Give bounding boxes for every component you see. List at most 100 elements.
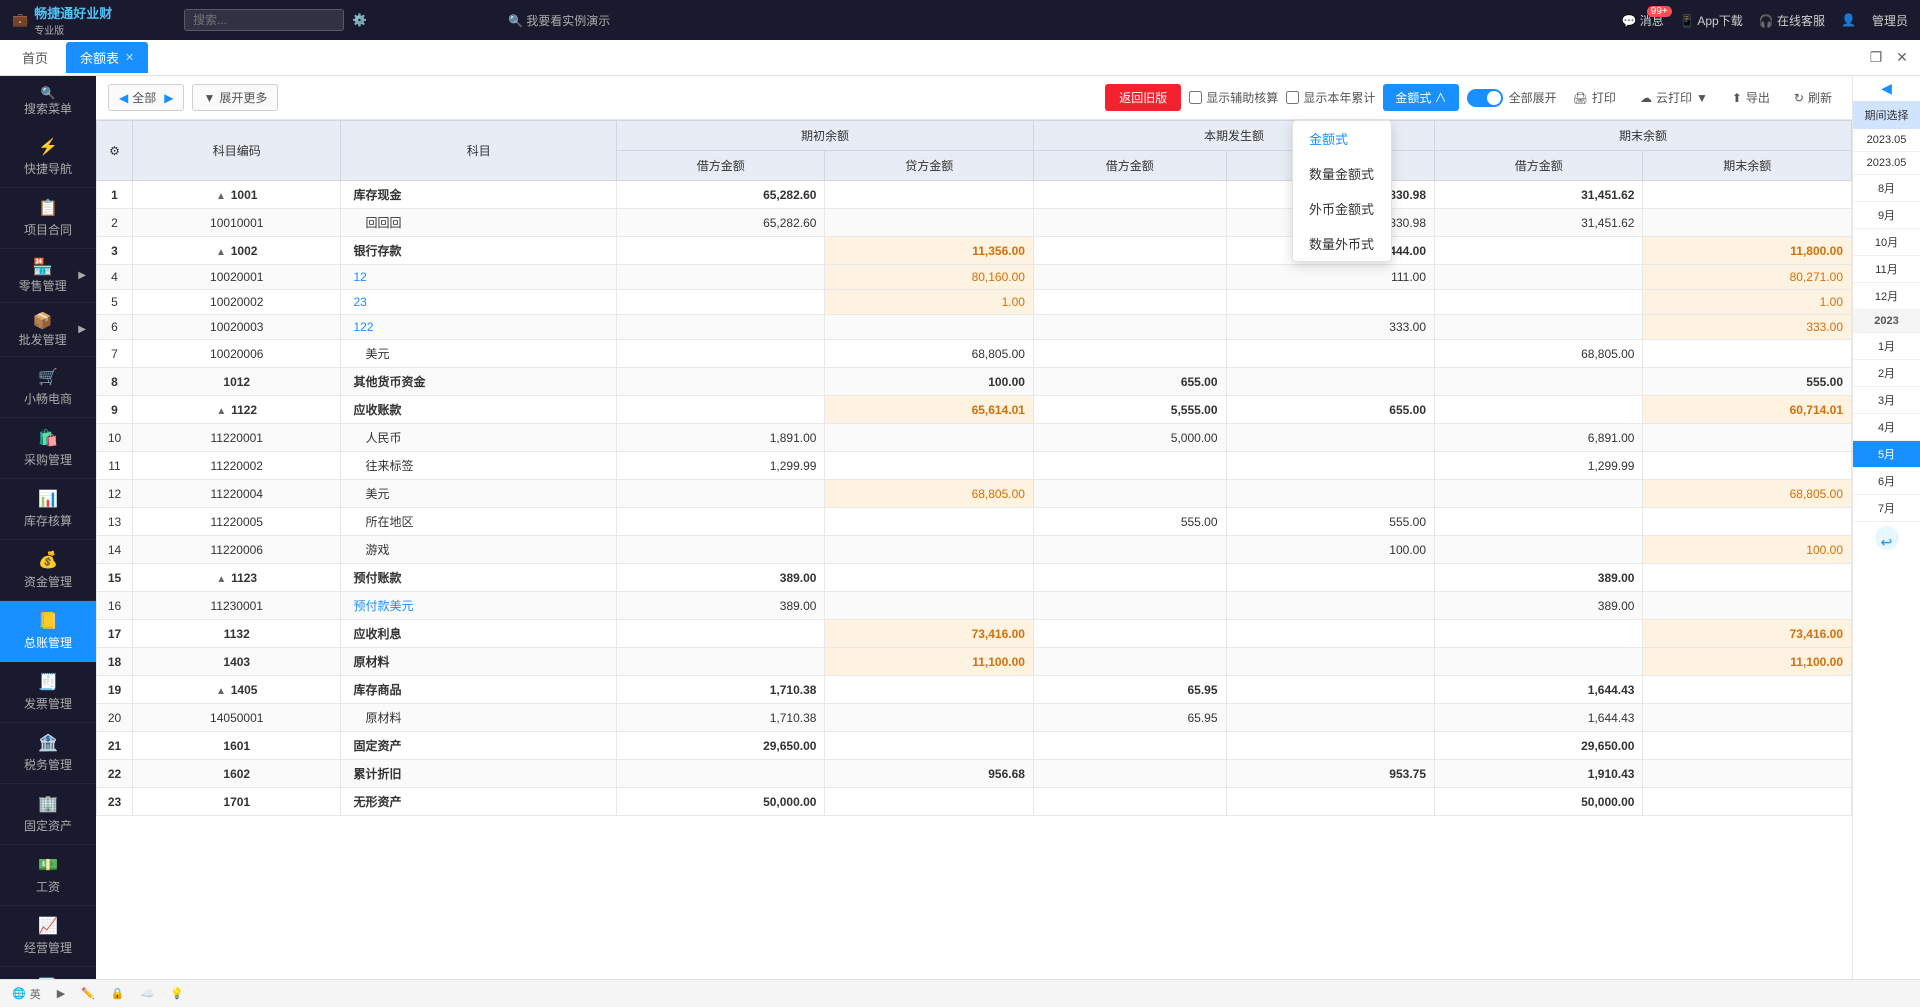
edit-btn[interactable]: ✏️ bbox=[81, 987, 95, 1000]
table-row[interactable]: 4100200011280,160.00111.0080,271.00 bbox=[97, 265, 1852, 290]
show-auxiliary-check[interactable]: 显示辅助核算 bbox=[1189, 89, 1278, 106]
table-row[interactable]: 2014050001原材料1,710.3865.951,644.43 bbox=[97, 704, 1852, 732]
table-row[interactable]: 3▲ 1002银行存款11,356.00444.0011,800.00 bbox=[97, 237, 1852, 265]
toggle-all-expand[interactable]: 全部展开 bbox=[1467, 89, 1557, 107]
table-row[interactable]: 1011220001人民币1,891.005,000.006,891.00 bbox=[97, 424, 1852, 452]
refresh-btn[interactable]: ↻ 刷新 bbox=[1786, 85, 1840, 110]
tab-home[interactable]: 首页 bbox=[8, 42, 62, 73]
period-title[interactable]: 期间选择 bbox=[1853, 101, 1920, 129]
sidebar-item-operations[interactable]: 📈 经营管理 bbox=[0, 906, 96, 967]
period-item-10[interactable]: 3月 bbox=[1853, 387, 1920, 414]
mode-btn[interactable]: 金额式 ∧ bbox=[1383, 84, 1458, 111]
period-item-1[interactable]: 2023.05 bbox=[1853, 152, 1920, 175]
period-item-3[interactable]: 9月 bbox=[1853, 202, 1920, 229]
table-row[interactable]: 510020002231.001.00 bbox=[97, 290, 1852, 315]
sidebar-search[interactable]: 🔍搜索菜单 bbox=[0, 76, 96, 127]
sidebar-item-retail[interactable]: 🏪 零售管理 ▶ bbox=[0, 249, 96, 303]
row-19-col-2: 65.95 bbox=[1033, 704, 1226, 732]
dropdown-item-shuliangjinaeizi[interactable]: 数量金额式 bbox=[1293, 156, 1391, 191]
table-row[interactable]: 181403原材料11,100.0011,100.00 bbox=[97, 648, 1852, 676]
cloud-print-btn[interactable]: ☁ 云打印 ▼ bbox=[1632, 85, 1716, 110]
app-download-btn[interactable]: 📱 App下载 bbox=[1680, 12, 1743, 29]
play-btn[interactable]: ▶ bbox=[57, 987, 65, 1000]
show-year-total-check[interactable]: 显示本年累计 bbox=[1286, 89, 1375, 106]
search-input[interactable] bbox=[184, 9, 344, 31]
print-btn[interactable]: 🖨 打印 bbox=[1565, 85, 1624, 110]
table-row[interactable]: 231701无形资产50,000.0050,000.00 bbox=[97, 788, 1852, 816]
period-item-5[interactable]: 11月 bbox=[1853, 256, 1920, 283]
table-row[interactable]: 1211220004美元68,805.0068,805.00 bbox=[97, 480, 1852, 508]
table-row[interactable]: 610020003122333.00333.00 bbox=[97, 315, 1852, 340]
sidebar-item-sales[interactable]: 📝 小畅报销 bbox=[0, 967, 96, 979]
table-row[interactable]: 710020006美元68,805.0068,805.00 bbox=[97, 340, 1852, 368]
row-name-3[interactable]: 12 bbox=[341, 265, 617, 290]
sidebar-item-capital[interactable]: 💰 资金管理 bbox=[0, 540, 96, 601]
lock-btn[interactable]: 🔒 bbox=[111, 987, 125, 1000]
sidebar-item-wholesale[interactable]: 📦 批发管理 ▶ bbox=[0, 303, 96, 357]
sidebar-item-project[interactable]: 📋 项目合同 bbox=[0, 188, 96, 249]
period-item-4[interactable]: 10月 bbox=[1853, 229, 1920, 256]
expand-more-btn[interactable]: ▼ 展开更多 bbox=[192, 84, 278, 111]
period-item-0[interactable]: 2023.05 bbox=[1853, 129, 1920, 152]
period-item-9[interactable]: 2月 bbox=[1853, 360, 1920, 387]
period-item-14[interactable]: 7月 bbox=[1853, 495, 1920, 522]
help-btn[interactable]: 💡 bbox=[170, 987, 184, 1000]
tab-balance[interactable]: 余额表 ✕ bbox=[66, 42, 148, 73]
table-row[interactable]: 171132应收利息73,416.0073,416.00 bbox=[97, 620, 1852, 648]
table-row[interactable]: 9▲ 1122应收账款65,614.015,555.00655.0060,714… bbox=[97, 396, 1852, 424]
balance-table-container[interactable]: ⚙ 科目编码 科目 期初余额 本期发生额 期末余额 借方金额 贷方金额 借方金额… bbox=[96, 120, 1852, 979]
sidebar-item-inventory[interactable]: 📊 库存核算 bbox=[0, 479, 96, 540]
breadcrumb-right-arrow-icon[interactable]: ▶ bbox=[164, 91, 173, 105]
sidebar-item-asset[interactable]: 🏢 固定资产 bbox=[0, 784, 96, 845]
table-row[interactable]: 1611230001预付款美元389.00389.00 bbox=[97, 592, 1852, 620]
message-btn[interactable]: 💬 消息 99+ bbox=[1621, 12, 1663, 29]
settings-icon[interactable]: ⚙️ bbox=[352, 13, 367, 27]
breadcrumb-all-btn[interactable]: ◀ 全部 ▶ bbox=[108, 84, 184, 111]
sidebar-item-payroll[interactable]: 💵 工资 bbox=[0, 845, 96, 906]
sidebar-item-tax[interactable]: 🏦 税务管理 bbox=[0, 723, 96, 784]
demo-link[interactable]: 🔍 我要看实例演示 bbox=[508, 12, 610, 29]
sidebar-item-invoice[interactable]: 🧾 发票管理 bbox=[0, 662, 96, 723]
period-collapse-btn[interactable]: ↩ bbox=[1875, 526, 1899, 550]
window-close-btn[interactable]: ✕ bbox=[1892, 48, 1912, 68]
window-restore-btn[interactable]: ❐ bbox=[1866, 48, 1886, 68]
dropdown-item-jinaezi[interactable]: 金额式 bbox=[1293, 121, 1391, 156]
period-item-11[interactable]: 4月 bbox=[1853, 414, 1920, 441]
dropdown-item-waibijinaeizi[interactable]: 外币金额式 bbox=[1293, 191, 1391, 226]
back-old-version-btn[interactable]: 返回旧版 bbox=[1105, 84, 1181, 111]
table-row[interactable]: 15▲ 1123预付账款389.00389.00 bbox=[97, 564, 1852, 592]
period-item-13[interactable]: 6月 bbox=[1853, 468, 1920, 495]
auxiliary-checkbox[interactable] bbox=[1189, 91, 1202, 104]
period-item-7[interactable]: 2023 bbox=[1853, 310, 1920, 333]
period-item-6[interactable]: 12月 bbox=[1853, 283, 1920, 310]
online-service-btn[interactable]: 🎧 在线客服 bbox=[1759, 12, 1825, 29]
table-row[interactable]: 19▲ 1405库存商品1,710.3865.951,644.43 bbox=[97, 676, 1852, 704]
year-total-checkbox[interactable] bbox=[1286, 91, 1299, 104]
row-name-4[interactable]: 23 bbox=[341, 290, 617, 315]
period-item-8[interactable]: 1月 bbox=[1853, 333, 1920, 360]
table-row[interactable]: 210010001回回回65,282.6033,830.9831,451.62 bbox=[97, 209, 1852, 237]
period-expand-btn[interactable]: ◀ bbox=[1853, 76, 1920, 101]
sidebar-item-purchase[interactable]: 🛍️ 采购管理 bbox=[0, 418, 96, 479]
export-btn[interactable]: ⬆ 导出 bbox=[1724, 85, 1778, 110]
sidebar-item-quicknav[interactable]: ⚡ 快捷导航 bbox=[0, 127, 96, 188]
lang-btn[interactable]: 🌐 英 bbox=[12, 986, 41, 1002]
settings-col-header[interactable]: ⚙ bbox=[97, 121, 133, 181]
dropdown-item-shuliangjinaeizi2[interactable]: 数量外币式 bbox=[1293, 226, 1391, 261]
table-row[interactable]: 1111220002往来标签1,299.991,299.99 bbox=[97, 452, 1852, 480]
sidebar-item-ecommerce[interactable]: 🛒 小畅电商 bbox=[0, 357, 96, 418]
row-name-15[interactable]: 预付款美元 bbox=[341, 592, 617, 620]
period-item-2[interactable]: 8月 bbox=[1853, 175, 1920, 202]
toggle-switch[interactable] bbox=[1467, 89, 1503, 107]
table-row[interactable]: 1311220005所在地区555.00555.00 bbox=[97, 508, 1852, 536]
table-row[interactable]: 1411220006游戏100.00100.00 bbox=[97, 536, 1852, 564]
cloud-btn[interactable]: ☁️ bbox=[141, 987, 155, 1000]
tab-close-icon[interactable]: ✕ bbox=[125, 51, 134, 64]
sidebar-item-general[interactable]: 📒 总账管理 bbox=[0, 601, 96, 662]
period-item-12[interactable]: 5月 bbox=[1853, 441, 1920, 468]
table-row[interactable]: 211601固定资产29,650.0029,650.00 bbox=[97, 732, 1852, 760]
table-row[interactable]: 221602累计折旧956.68953.751,910.43 bbox=[97, 760, 1852, 788]
table-row[interactable]: 1▲ 1001库存现金65,282.6033,830.9831,451.62 bbox=[97, 181, 1852, 209]
table-row[interactable]: 81012其他货币资金100.00655.00555.00 bbox=[97, 368, 1852, 396]
row-name-5[interactable]: 122 bbox=[341, 315, 617, 340]
